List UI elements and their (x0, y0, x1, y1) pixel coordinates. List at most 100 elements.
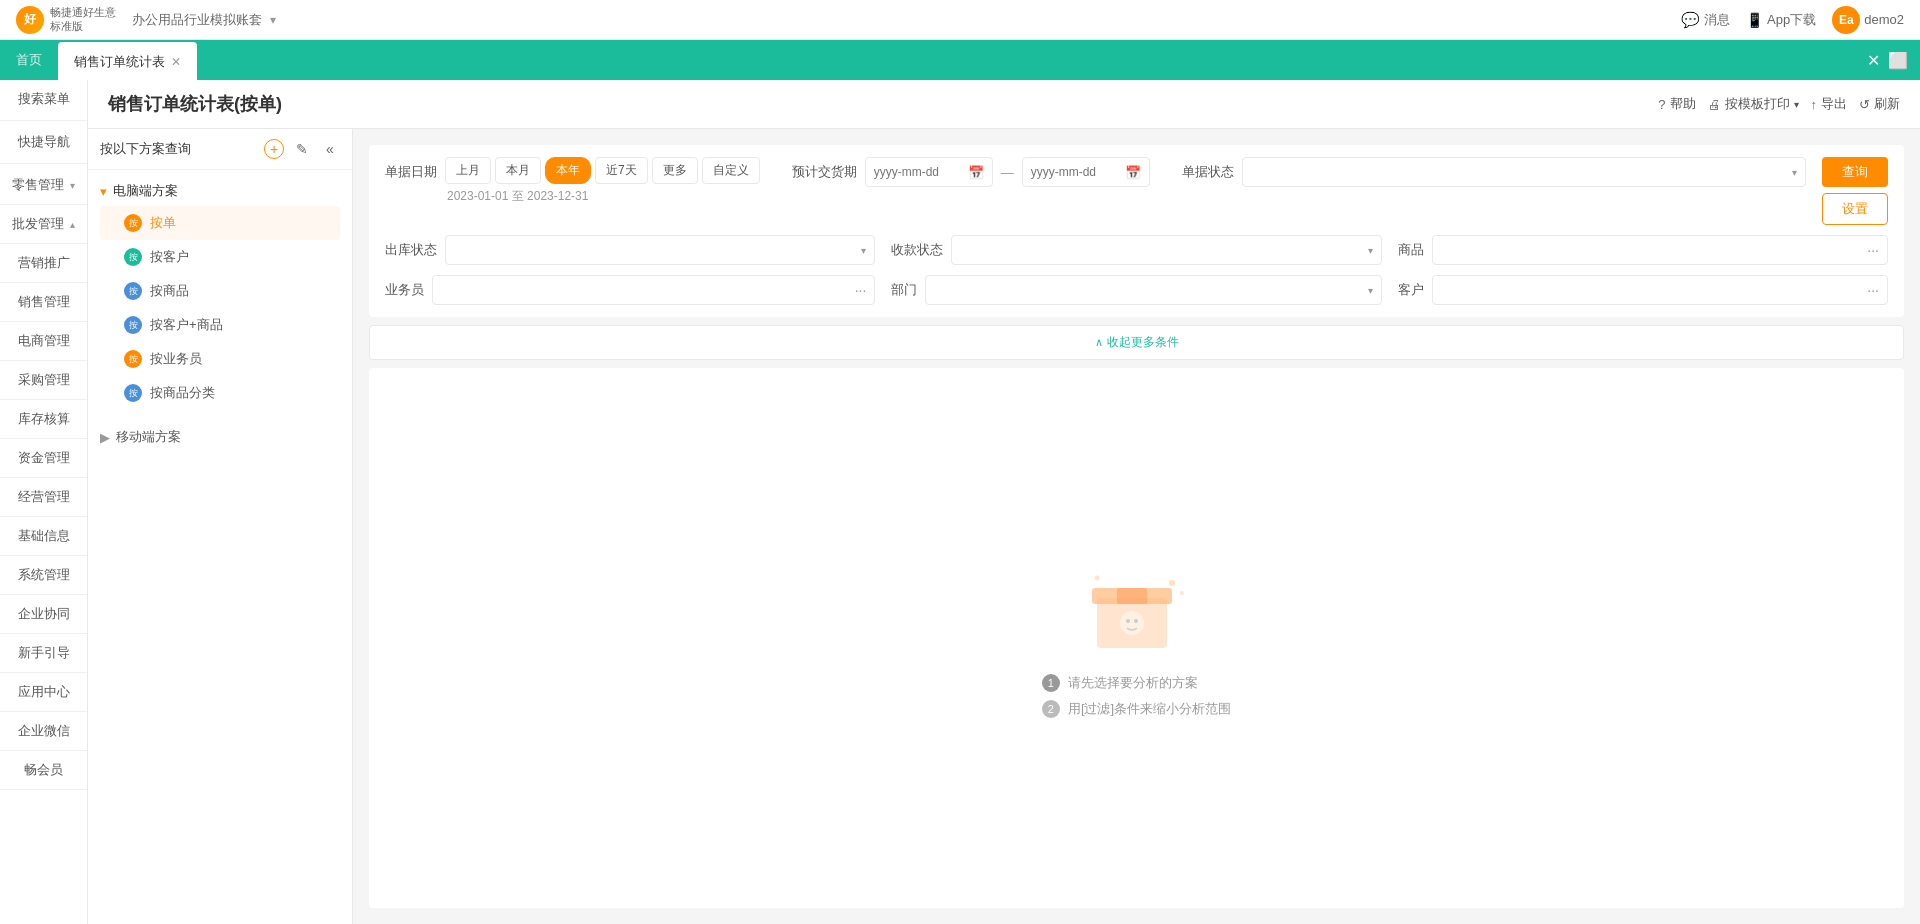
svg-rect-2 (1117, 588, 1147, 604)
delivery-label: 出库状态 (385, 241, 437, 259)
sidebar-item-inventory[interactable]: 库存核算 (0, 400, 87, 439)
top-bar-right: 💬 消息 📱 App下载 Ea demo2 (1681, 6, 1904, 34)
logo-area: 好 畅捷通好生意 标准版 (16, 6, 116, 34)
collapse-btn[interactable]: ∧ 收起更多条件 (369, 325, 1904, 360)
customer-input[interactable]: ··· (1432, 275, 1888, 305)
content-area: 销售订单统计表(按单) ? 帮助 🖨 按模板打印 ▾ ↑ 导出 ↺ 刷新 (88, 80, 1920, 924)
print-btn[interactable]: 🖨 按模板打印 ▾ (1708, 95, 1799, 113)
collapse-panel-btn[interactable]: « (320, 139, 340, 159)
hint-text-2: 用[过滤]条件来缩小分析范围 (1068, 700, 1231, 718)
export-btn[interactable]: ↑ 导出 (1811, 95, 1848, 113)
mobile-collapse-icon: ▶ (100, 430, 110, 445)
message-btn[interactable]: 💬 消息 (1681, 11, 1730, 29)
sidebar-item-basic[interactable]: 基础信息 (0, 517, 87, 556)
edit-scheme-btn[interactable]: ✎ (292, 139, 312, 159)
tab-home[interactable]: 首页 (0, 40, 58, 80)
salesperson-dots-icon[interactable]: ··· (855, 282, 867, 298)
scheme-icon-by-customer: 按 (124, 248, 142, 266)
user-area[interactable]: Ea demo2 (1832, 6, 1904, 34)
date-btn-custom[interactable]: 自定义 (702, 157, 760, 184)
date-btn-7days[interactable]: 近7天 (595, 157, 648, 184)
app-download-btn[interactable]: 📱 App下载 (1746, 11, 1816, 29)
collection-status-select[interactable]: ▾ (951, 235, 1381, 265)
goods-input[interactable]: ··· (1432, 235, 1888, 265)
goods-label: 商品 (1398, 241, 1424, 259)
help-btn[interactable]: ? 帮助 (1658, 95, 1695, 113)
expected-date-end-input[interactable] (1031, 165, 1121, 179)
date-btn-this-month[interactable]: 本月 (495, 157, 541, 184)
maximize-icon[interactable]: ⬜ (1888, 51, 1908, 70)
goods-dots-icon[interactable]: ··· (1867, 242, 1879, 258)
single-date-label: 单据日期 (385, 157, 437, 181)
scheme-item-by-product[interactable]: 按 按商品 (100, 274, 340, 308)
scheme-icon-by-customer-product: 按 (124, 316, 142, 334)
sidebar-item-system[interactable]: 系统管理 (0, 556, 87, 595)
sidebar-item-wechat[interactable]: 企业微信 (0, 712, 87, 751)
sidebar-item-sales[interactable]: 销售管理 (0, 283, 87, 322)
sidebar-item-ecom-label: 电商管理 (18, 332, 70, 350)
desktop-group-label: 电脑端方案 (113, 182, 178, 200)
scheme-item-by-customer[interactable]: 按 按客户 (100, 240, 340, 274)
sidebar-item-member[interactable]: 畅会员 (0, 751, 87, 790)
sidebar-item-retail[interactable]: 零售管理 ▾ (0, 166, 87, 205)
sidebar-item-retail-label: 零售管理 (12, 176, 64, 194)
department-select[interactable]: ▾ (925, 275, 1381, 305)
svg-point-3 (1120, 611, 1144, 635)
sidebar-item-appcenter[interactable]: 应用中心 (0, 673, 87, 712)
quick-nav[interactable]: 快捷导航 (0, 123, 87, 161)
scheme-label-by-customer: 按客户 (150, 248, 189, 266)
department-label: 部门 (891, 281, 917, 299)
scheme-item-by-salesperson[interactable]: 按 按业务员 (100, 342, 340, 376)
scheme-item-by-order[interactable]: 按 按单 (100, 206, 340, 240)
scheme-group-header-desktop[interactable]: ▾ 电脑端方案 (100, 176, 340, 206)
username: demo2 (1864, 12, 1904, 27)
sidebar-item-ops[interactable]: 经营管理 (0, 478, 87, 517)
help-icon: ? (1658, 97, 1665, 112)
filter-row-2: 出库状态 ▾ 收款状态 ▾ (385, 235, 1888, 265)
scheme-item-by-customer-product[interactable]: 按 按客户+商品 (100, 308, 340, 342)
left-panel-title: 按以下方案查询 (100, 140, 191, 158)
tab-sales-stats[interactable]: 销售订单统计表 ✕ (58, 42, 197, 82)
expected-date-start-input[interactable] (874, 165, 964, 179)
print-arrow-icon: ▾ (1794, 99, 1799, 110)
sidebar-item-ecom[interactable]: 电商管理 (0, 322, 87, 361)
add-scheme-btn[interactable]: + (264, 139, 284, 159)
expected-date-start[interactable]: 📅 (865, 157, 993, 187)
query-button[interactable]: 查询 (1822, 157, 1888, 187)
sidebar-item-enterprise[interactable]: 企业协同 (0, 595, 87, 634)
sidebar-item-wholesale[interactable]: 批发管理 ▴ (0, 205, 87, 244)
mobile-group-header[interactable]: ▶ 移动端方案 (100, 422, 340, 452)
sidebar-item-purchase[interactable]: 采购管理 (0, 361, 87, 400)
left-panel-header: 按以下方案查询 + ✎ « (88, 129, 352, 170)
empty-hints: 1 请先选择要分析的方案 2 用[过滤]条件来缩小分析范围 (1042, 674, 1231, 718)
top-title: 办公用品行业模拟账套 (132, 11, 262, 29)
expected-date-end[interactable]: 📅 (1022, 157, 1150, 187)
empty-svg (1077, 558, 1197, 658)
delivery-status-arrow-icon: ▾ (861, 245, 866, 256)
logo-text: 畅捷通好生意 标准版 (50, 6, 116, 32)
sidebar-item-marketing[interactable]: 营销推广 (0, 244, 87, 283)
delivery-status-select[interactable]: ▾ (445, 235, 875, 265)
scheme-item-by-category[interactable]: 按 按商品分类 (100, 376, 340, 410)
single-status-arrow-icon: ▾ (1792, 167, 1797, 178)
sidebar-item-newbie[interactable]: 新手引导 (0, 634, 87, 673)
filter-row-1: 单据日期 上月 本月 本年 近7天 更多 自定义 20 (385, 157, 1888, 225)
sidebar-item-member-label: 畅会员 (24, 761, 63, 779)
scheme-label-by-order: 按单 (150, 214, 176, 232)
scheme-icon-by-salesperson: 按 (124, 350, 142, 368)
settings-button[interactable]: 设置 (1822, 193, 1888, 225)
single-status-select[interactable]: ▾ (1242, 157, 1806, 187)
date-btn-last-month[interactable]: 上月 (445, 157, 491, 184)
customer-dots-icon[interactable]: ··· (1867, 282, 1879, 298)
top-title-arrow[interactable]: ▾ (270, 13, 276, 27)
refresh-btn[interactable]: ↺ 刷新 (1859, 95, 1900, 113)
search-menu[interactable]: 搜索菜单 (0, 80, 87, 118)
tab-close-icon[interactable]: ✕ (171, 55, 181, 69)
download-icon: 📱 (1746, 12, 1763, 28)
date-btn-more[interactable]: 更多 (652, 157, 698, 184)
date-btn-this-year[interactable]: 本年 (545, 157, 591, 184)
minimize-icon[interactable]: ✕ (1867, 51, 1880, 70)
cal-icon-end: 📅 (1125, 165, 1141, 180)
sidebar-item-finance[interactable]: 资金管理 (0, 439, 87, 478)
salesperson-input[interactable]: ··· (432, 275, 875, 305)
